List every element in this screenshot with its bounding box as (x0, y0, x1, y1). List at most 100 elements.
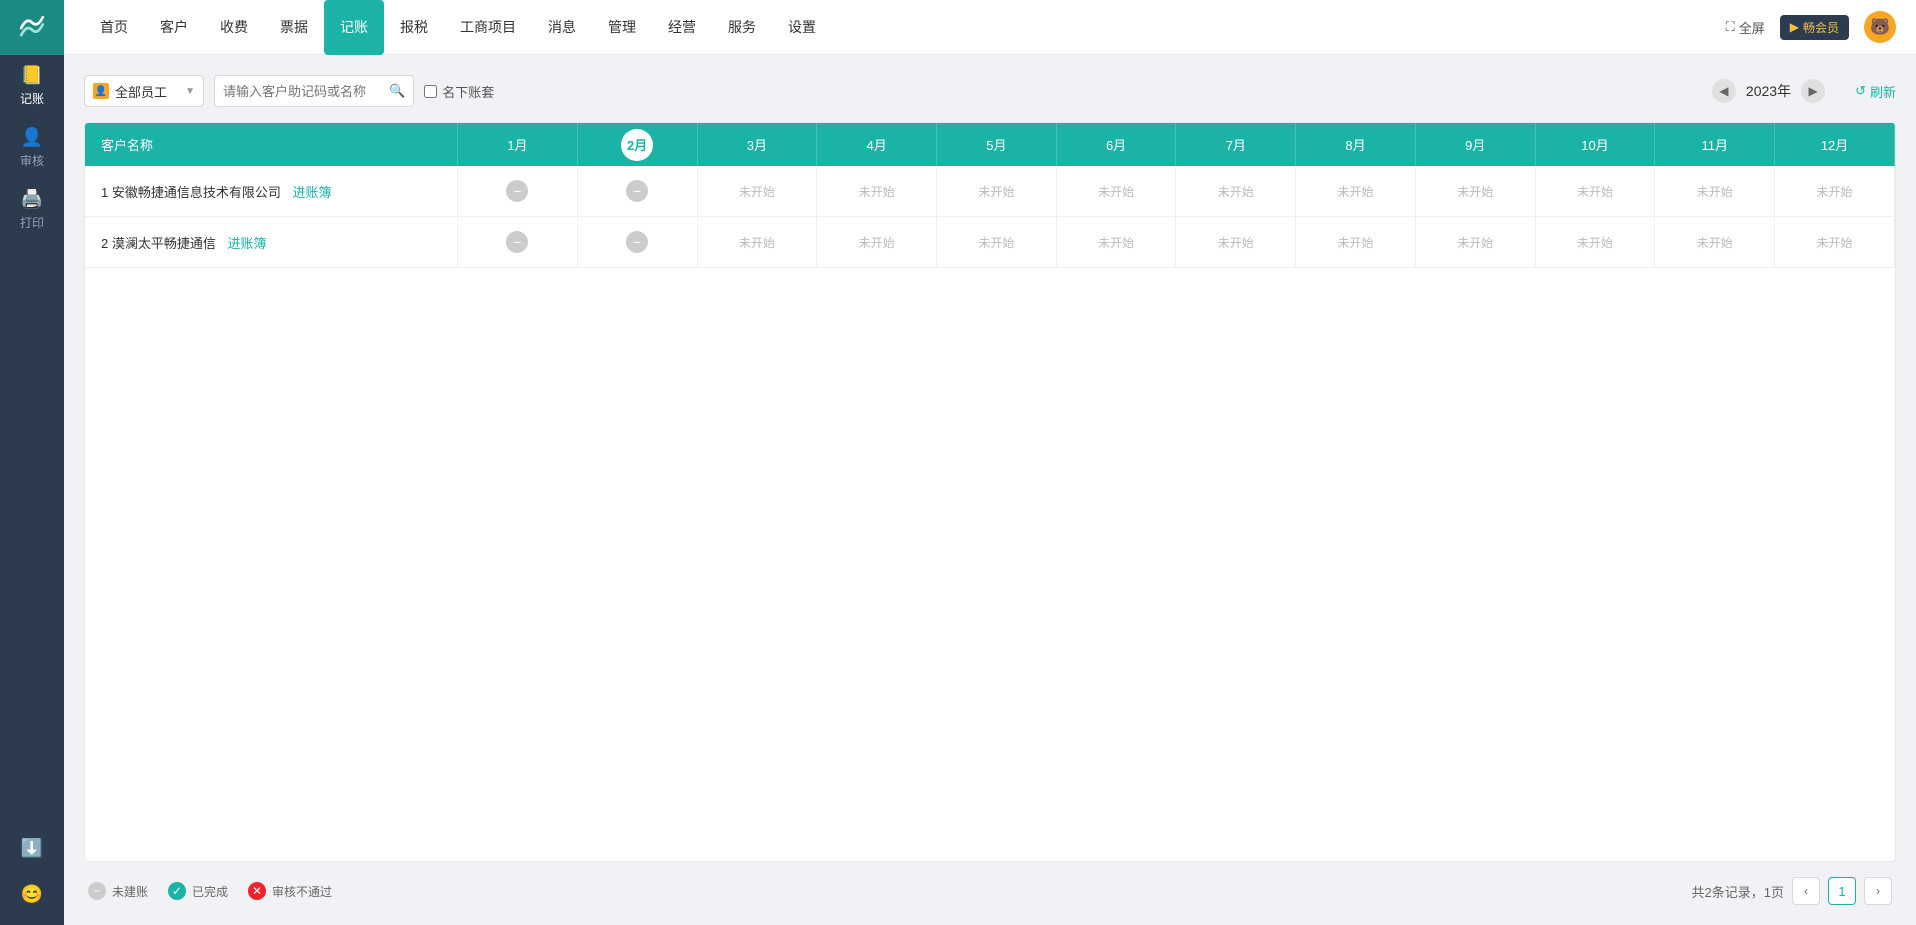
status-feb-2: − (577, 217, 697, 268)
nav-invoice[interactable]: 票据 (264, 0, 324, 55)
status-not-started: 未开始 (1218, 236, 1254, 250)
status-mar-2: 未开始 (697, 217, 817, 268)
status-not-started: 未开始 (978, 185, 1014, 199)
audit-icon: 👤 (21, 127, 43, 148)
sidebar-item-audit-label: 审核 (20, 152, 44, 169)
topbar: 首页 客户 收费 票据 记账 报税 工商项目 消息 管理 经营 服务 设置 ⛶ … (64, 0, 1916, 55)
prev-page-button[interactable]: ‹ (1792, 877, 1820, 905)
sidebar-item-print[interactable]: 🖨️ 打印 (0, 179, 64, 241)
col-header-nov: 11月 (1655, 123, 1775, 166)
status-oct-1: 未开始 (1535, 166, 1655, 217)
col-header-jul: 7月 (1176, 123, 1296, 166)
support-icon: 😊 (21, 884, 43, 905)
status-minus-icon: − (506, 231, 528, 253)
nav-home[interactable]: 首页 (84, 0, 144, 55)
chevron-down-icon: ▼ (185, 86, 195, 97)
print-icon: 🖨️ (21, 189, 43, 210)
col-header-feb: 2月 (577, 123, 697, 166)
prev-year-button[interactable]: ◀ (1712, 79, 1736, 103)
employee-select[interactable]: 👤 全部员工 ▼ (84, 75, 204, 107)
nav-service[interactable]: 服务 (712, 0, 772, 55)
legend-not-built-icon: − (88, 882, 106, 900)
client-name-1: 安徽畅捷通信息技术有限公司 (112, 185, 281, 200)
search-input-wrap: 🔍 (214, 75, 414, 107)
account-filter-checkbox-input[interactable] (424, 85, 437, 98)
status-jan-1: − (458, 166, 578, 217)
status-not-started: 未开始 (1218, 185, 1254, 199)
status-not-started: 未开始 (739, 236, 775, 250)
footer: − 未建账 ✓ 已完成 ✕ 审核不通过 共2条记录，1页 ‹ 1 › (84, 877, 1896, 905)
status-not-started: 未开始 (1817, 185, 1853, 199)
account-filter-checkbox[interactable]: 名下账套 (424, 82, 494, 101)
year-label: 2023年 (1746, 81, 1791, 101)
client-index-2: 2 (101, 236, 112, 251)
next-year-button[interactable]: ▶ (1801, 79, 1825, 103)
nav-bookkeeping[interactable]: 记账 (324, 0, 384, 55)
vip-button[interactable]: ▶ 畅会员 (1780, 15, 1849, 40)
refresh-label: 刷新 (1870, 82, 1896, 101)
next-page-button[interactable]: › (1864, 877, 1892, 905)
status-may-2: 未开始 (936, 217, 1056, 268)
table-row: 1 安徽畅捷通信息技术有限公司 进账簿 − − 未开始 未开始 未开始 未开始 … (85, 166, 1895, 217)
pagination: 共2条记录，1页 ‹ 1 › (1692, 877, 1892, 905)
table-row: 2 漠澜太平畅捷通信 进账簿 − − 未开始 未开始 未开始 未开始 未开始 未 (85, 217, 1895, 268)
client-cell-1: 1 安徽畅捷通信息技术有限公司 进账簿 (85, 166, 458, 217)
status-nov-1: 未开始 (1655, 166, 1775, 217)
table-scroll[interactable]: 客户名称 1月 2月 3月 4月 5月 6月 7月 8月 9月 (85, 123, 1895, 861)
main-area: 首页 客户 收费 票据 记账 报税 工商项目 消息 管理 经营 服务 设置 ⛶ … (64, 0, 1916, 925)
sidebar-logo[interactable] (0, 0, 64, 55)
client-cell-2: 2 漠澜太平畅捷通信 进账簿 (85, 217, 458, 268)
status-jul-1: 未开始 (1176, 166, 1296, 217)
legend-rejected: ✕ 审核不通过 (248, 882, 332, 900)
status-aug-2: 未开始 (1296, 217, 1416, 268)
year-nav: ◀ 2023年 ▶ (1712, 79, 1825, 103)
entry-link-2[interactable]: 进账簿 (227, 236, 266, 251)
search-icon[interactable]: 🔍 (389, 83, 405, 99)
col-header-jun: 6月 (1056, 123, 1176, 166)
status-minus-icon: − (626, 180, 648, 202)
legend-rejected-icon: ✕ (248, 882, 266, 900)
status-not-started: 未开始 (1457, 185, 1493, 199)
avatar[interactable]: 🐻 (1864, 11, 1896, 43)
nav-operation[interactable]: 经营 (652, 0, 712, 55)
total-records: 共2条记录，1页 (1692, 882, 1784, 901)
nav-billing[interactable]: 收费 (204, 0, 264, 55)
col-header-sep: 9月 (1415, 123, 1535, 166)
sidebar-item-download[interactable]: ⬇️ (0, 828, 64, 869)
nav-client[interactable]: 客户 (144, 0, 204, 55)
col-header-apr: 4月 (817, 123, 937, 166)
status-not-started: 未开始 (1098, 236, 1134, 250)
refresh-icon: ↺ (1855, 83, 1866, 99)
search-input[interactable] (223, 84, 383, 99)
status-jun-1: 未开始 (1056, 166, 1176, 217)
status-not-started: 未开始 (1577, 185, 1613, 199)
sidebar: 📒 记账 👤 审核 🖨️ 打印 ⬇️ 😊 (0, 0, 64, 925)
status-apr-1: 未开始 (817, 166, 937, 217)
nav-settings[interactable]: 设置 (772, 0, 832, 55)
status-may-1: 未开始 (936, 166, 1056, 217)
status-jun-2: 未开始 (1056, 217, 1176, 268)
status-not-started: 未开始 (1457, 236, 1493, 250)
client-index-1: 1 (101, 185, 112, 200)
fullscreen-button[interactable]: ⛶ 全屏 (1726, 18, 1765, 37)
nav-business[interactable]: 工商项目 (444, 0, 532, 55)
status-sep-2: 未开始 (1415, 217, 1535, 268)
nav-manage[interactable]: 管理 (592, 0, 652, 55)
employee-icon: 👤 (93, 83, 109, 99)
col-header-oct: 10月 (1535, 123, 1655, 166)
sidebar-item-bookkeeping[interactable]: 📒 记账 (0, 55, 64, 117)
entry-link-1[interactable]: 进账簿 (292, 185, 331, 200)
refresh-button[interactable]: ↺ 刷新 (1855, 82, 1896, 101)
nav-tax[interactable]: 报税 (384, 0, 444, 55)
nav-message[interactable]: 消息 (532, 0, 592, 55)
status-not-started: 未开始 (1577, 236, 1613, 250)
status-sep-1: 未开始 (1415, 166, 1535, 217)
status-nov-2: 未开始 (1655, 217, 1775, 268)
status-aug-1: 未开始 (1296, 166, 1416, 217)
legend-rejected-label: 审核不通过 (272, 883, 332, 900)
status-feb-1: − (577, 166, 697, 217)
sidebar-item-audit[interactable]: 👤 审核 (0, 117, 64, 179)
sidebar-item-support[interactable]: 😊 (0, 874, 64, 915)
active-month-indicator: 2月 (621, 129, 653, 161)
col-header-may: 5月 (936, 123, 1056, 166)
